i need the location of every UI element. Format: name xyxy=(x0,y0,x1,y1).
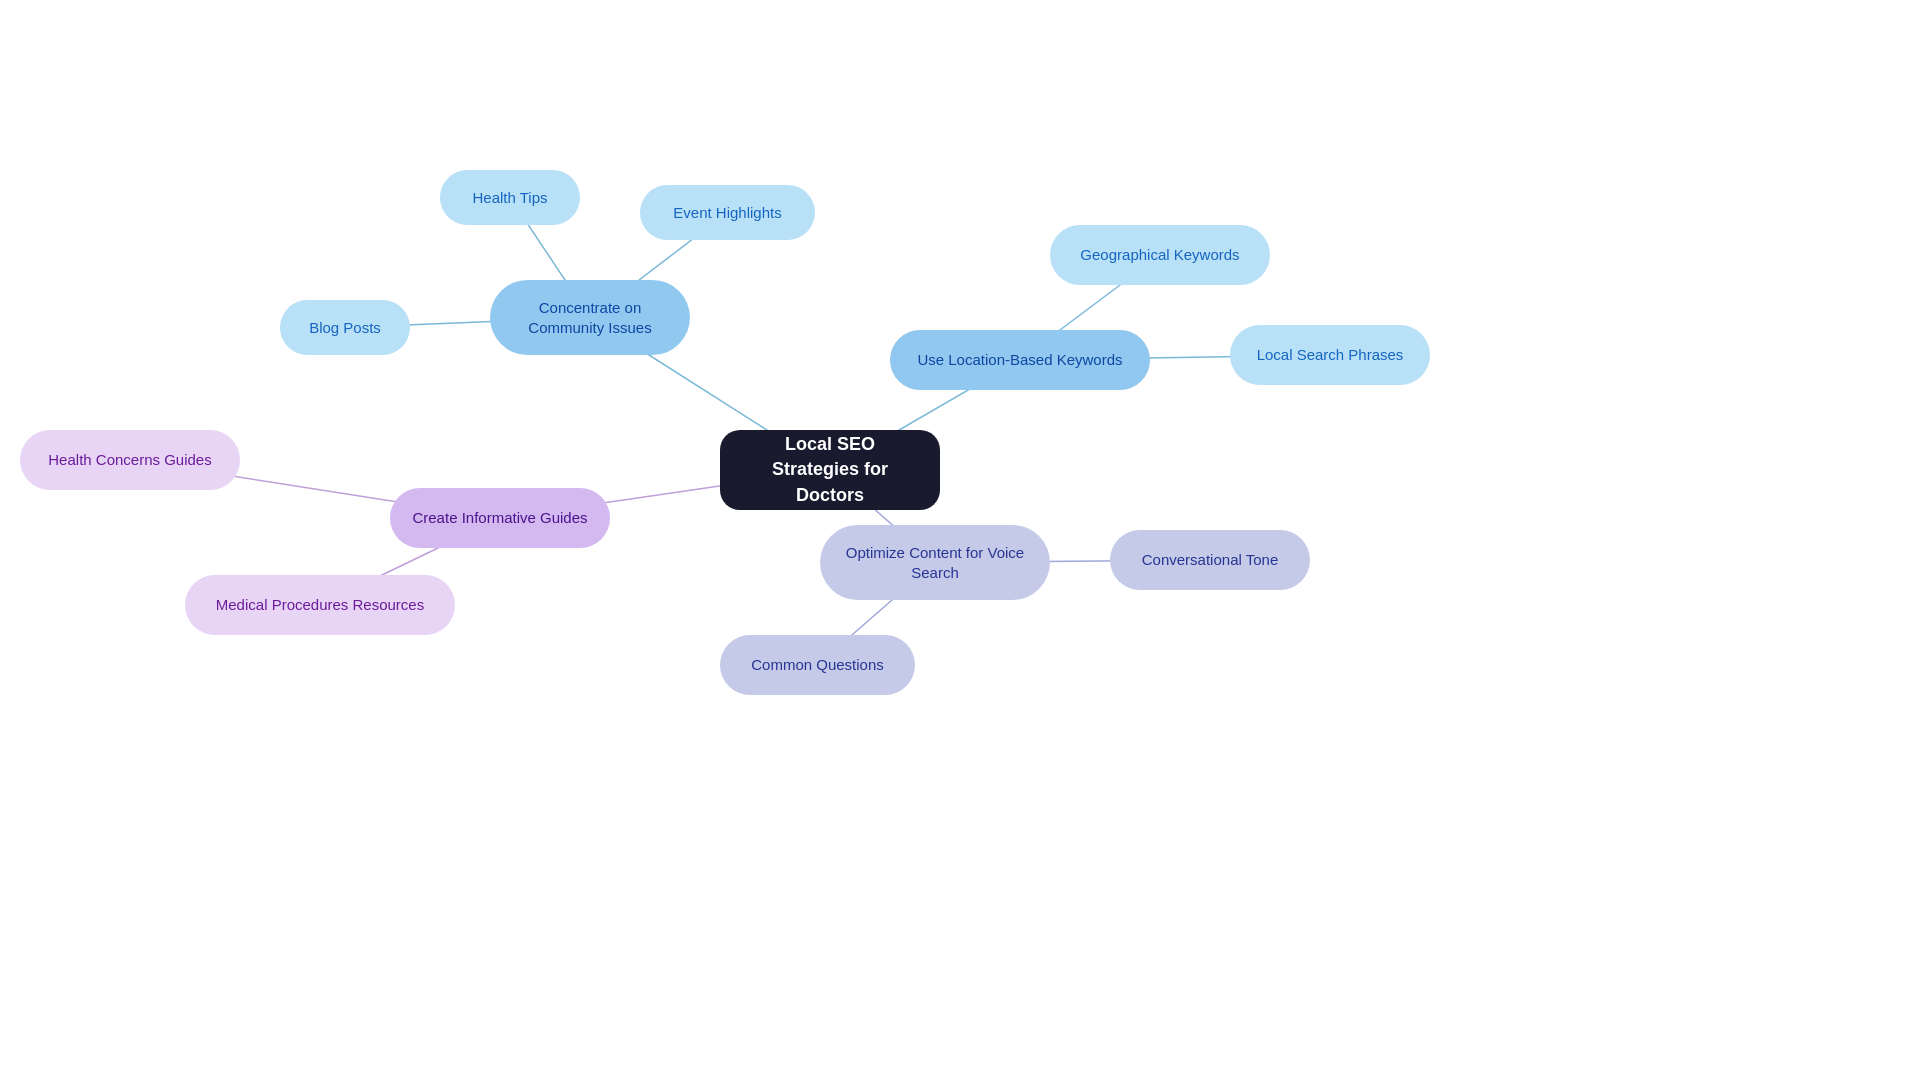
event-highlights-node[interactable]: Event Highlights xyxy=(640,185,815,240)
mindmap-canvas: Local SEO Strategies for Doctors Concent… xyxy=(0,0,1920,1083)
geographical-keywords-node[interactable]: Geographical Keywords xyxy=(1050,225,1270,285)
voice-search-node[interactable]: Optimize Content for Voice Search xyxy=(820,525,1050,600)
blog-posts-node[interactable]: Blog Posts xyxy=(280,300,410,355)
health-tips-node[interactable]: Health Tips xyxy=(440,170,580,225)
conversational-tone-node[interactable]: Conversational Tone xyxy=(1110,530,1310,590)
location-keywords-node[interactable]: Use Location-Based Keywords xyxy=(890,330,1150,390)
local-search-phrases-node[interactable]: Local Search Phrases xyxy=(1230,325,1430,385)
concentrate-node[interactable]: Concentrate on Community Issues xyxy=(490,280,690,355)
medical-procedures-node[interactable]: Medical Procedures Resources xyxy=(185,575,455,635)
center-node[interactable]: Local SEO Strategies for Doctors xyxy=(720,430,940,510)
health-concerns-node[interactable]: Health Concerns Guides xyxy=(20,430,240,490)
common-questions-node[interactable]: Common Questions xyxy=(720,635,915,695)
create-guides-node[interactable]: Create Informative Guides xyxy=(390,488,610,548)
